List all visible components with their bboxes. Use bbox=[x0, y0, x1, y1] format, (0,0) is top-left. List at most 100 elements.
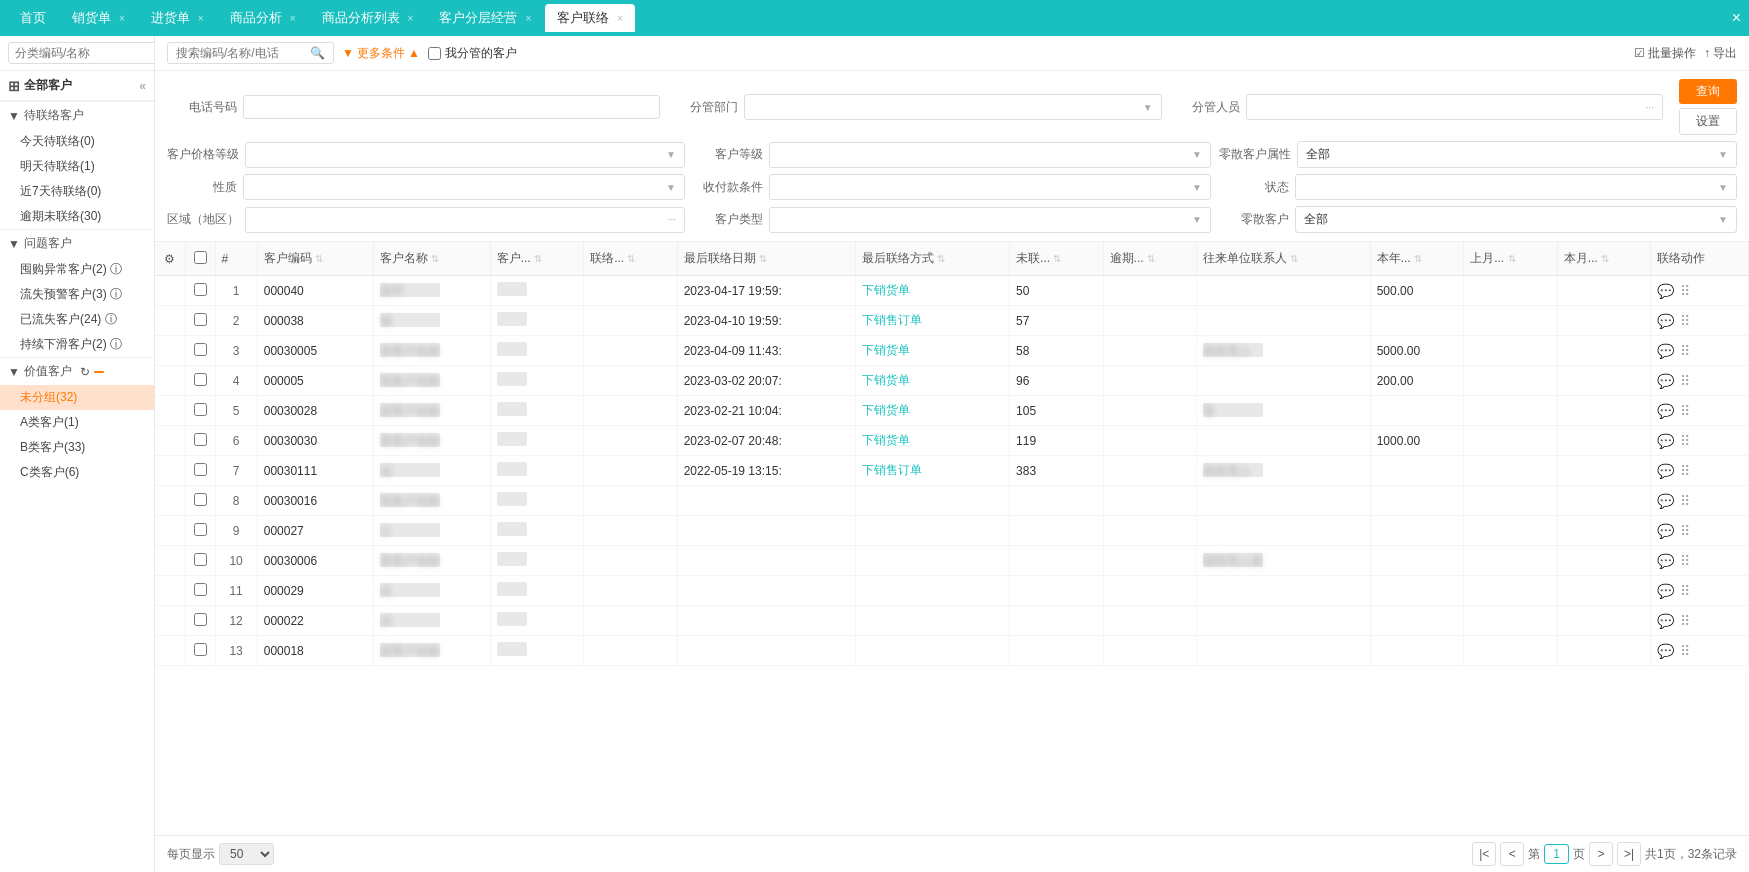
chat-icon-4[interactable]: 💬 bbox=[1657, 403, 1674, 419]
chat-icon-2[interactable]: 💬 bbox=[1657, 343, 1674, 359]
sidebar-item-overdue-pending[interactable]: 逾期未联络(30) bbox=[0, 204, 154, 229]
customer-type-select[interactable]: ▼ bbox=[769, 207, 1211, 233]
th-this-month[interactable]: 本月... ⇅ bbox=[1557, 242, 1651, 276]
row-check-6[interactable] bbox=[194, 463, 207, 476]
close-tab-customer-tier[interactable]: × bbox=[525, 13, 531, 24]
close-tab-purchase-order[interactable]: × bbox=[198, 13, 204, 24]
chat-icon-1[interactable]: 💬 bbox=[1657, 313, 1674, 329]
tab-product-analysis[interactable]: 商品分析 × bbox=[218, 4, 308, 32]
row-check-4[interactable] bbox=[194, 403, 207, 416]
chat-icon-8[interactable]: 💬 bbox=[1657, 523, 1674, 539]
sidebar-group-value[interactable]: ▼ 价值客户 ↻ bbox=[0, 357, 154, 385]
more-icon-12[interactable]: ⠿ bbox=[1680, 643, 1690, 659]
td-check-12[interactable] bbox=[185, 636, 215, 666]
tab-customer-contact[interactable]: 客户联络 × bbox=[545, 4, 635, 32]
th-code[interactable]: 客户编码 ⇅ bbox=[257, 242, 373, 276]
row-check-7[interactable] bbox=[194, 493, 207, 506]
td-check-11[interactable] bbox=[185, 606, 215, 636]
th-overdue[interactable]: 逾期... ⇅ bbox=[1103, 242, 1197, 276]
th-name[interactable]: 客户名称 ⇅ bbox=[373, 242, 490, 276]
row-check-2[interactable] bbox=[194, 343, 207, 356]
close-tab-sales-order[interactable]: × bbox=[119, 13, 125, 24]
chat-icon-12[interactable]: 💬 bbox=[1657, 643, 1674, 659]
td-check-10[interactable] bbox=[185, 576, 215, 606]
tab-customer-tier[interactable]: 客户分层经营 × bbox=[427, 4, 543, 32]
my-customers-checkbox[interactable] bbox=[428, 47, 441, 60]
close-tab-customer-contact[interactable]: × bbox=[617, 13, 623, 24]
sidebar-item-7days-pending[interactable]: 近7天待联络(0) bbox=[0, 179, 154, 204]
prev-page-button[interactable]: < bbox=[1500, 842, 1524, 866]
sidebar-group-pending[interactable]: ▼ 待联络客户 bbox=[0, 101, 154, 129]
manager-select[interactable]: ··· bbox=[1246, 94, 1663, 120]
contact-way-link-4[interactable]: 下销货单 bbox=[862, 403, 910, 417]
contact-way-link-5[interactable]: 下销货单 bbox=[862, 433, 910, 447]
sidebar-item-churn-warning[interactable]: 流失预警客户(3) ⓘ bbox=[0, 282, 154, 307]
sidebar-all-customers[interactable]: ⊞ 全部客户 « bbox=[0, 71, 154, 101]
tab-product-analysis-list[interactable]: 商品分析列表 × bbox=[310, 4, 426, 32]
more-icon-1[interactable]: ⠿ bbox=[1680, 313, 1690, 329]
chat-icon-7[interactable]: 💬 bbox=[1657, 493, 1674, 509]
contact-way-link-6[interactable]: 下销售订单 bbox=[862, 463, 922, 477]
per-page-select[interactable]: 50 100 bbox=[219, 843, 274, 865]
row-check-1[interactable] bbox=[194, 313, 207, 326]
td-check-3[interactable] bbox=[185, 366, 215, 396]
row-check-0[interactable] bbox=[194, 283, 207, 296]
sidebar-item-class-a[interactable]: A类客户(1) bbox=[0, 410, 154, 435]
td-check-2[interactable] bbox=[185, 336, 215, 366]
reset-button[interactable]: 设置 bbox=[1679, 108, 1737, 135]
customer-tier-select[interactable]: ▼ bbox=[769, 142, 1211, 168]
more-icon-0[interactable]: ⠿ bbox=[1680, 283, 1690, 299]
th-last-contact-date[interactable]: 最后联络日期 ⇅ bbox=[677, 242, 855, 276]
row-check-8[interactable] bbox=[194, 523, 207, 536]
more-icon-8[interactable]: ⠿ bbox=[1680, 523, 1690, 539]
sidebar-item-ungrouped[interactable]: 未分组(32) bbox=[0, 385, 154, 410]
th-contact[interactable]: 联络... ⇅ bbox=[584, 242, 678, 276]
last-page-button[interactable]: >| bbox=[1617, 842, 1641, 866]
my-customers-checkbox-area[interactable]: 我分管的客户 bbox=[428, 45, 517, 62]
sidebar-item-abnormal[interactable]: 囤购异常客户(2) ⓘ bbox=[0, 257, 154, 282]
row-check-9[interactable] bbox=[194, 553, 207, 566]
refresh-icon[interactable]: ↻ bbox=[80, 365, 90, 379]
contact-way-link-0[interactable]: 下销货单 bbox=[862, 283, 910, 297]
close-tab-product-analysis-list[interactable]: × bbox=[408, 13, 414, 24]
th-unit-contact[interactable]: 往来单位联系人 ⇅ bbox=[1197, 242, 1371, 276]
check-all[interactable] bbox=[194, 251, 207, 264]
dept-select[interactable]: ▼ bbox=[744, 94, 1161, 120]
tab-purchase-order[interactable]: 进货单 × bbox=[139, 4, 216, 32]
contact-way-link-2[interactable]: 下销货单 bbox=[862, 343, 910, 357]
row-check-10[interactable] bbox=[194, 583, 207, 596]
phone-input[interactable] bbox=[243, 95, 660, 119]
td-check-1[interactable] bbox=[185, 306, 215, 336]
chat-icon-10[interactable]: 💬 bbox=[1657, 583, 1674, 599]
price-tier-select[interactable]: ▼ bbox=[245, 142, 685, 168]
more-icon-4[interactable]: ⠿ bbox=[1680, 403, 1690, 419]
chat-icon-5[interactable]: 💬 bbox=[1657, 433, 1674, 449]
th-last-contact-way[interactable]: 最后联络方式 ⇅ bbox=[855, 242, 1009, 276]
chat-icon-0[interactable]: 💬 bbox=[1657, 283, 1674, 299]
th-settings[interactable]: ⚙ bbox=[155, 242, 185, 276]
th-check[interactable] bbox=[185, 242, 215, 276]
search-button[interactable]: 查询 bbox=[1679, 79, 1737, 104]
tab-home[interactable]: 首页 bbox=[8, 4, 58, 32]
td-check-6[interactable] bbox=[185, 456, 215, 486]
next-page-button[interactable]: > bbox=[1589, 842, 1613, 866]
th-this-year[interactable]: 本年... ⇅ bbox=[1370, 242, 1464, 276]
more-icon-6[interactable]: ⠿ bbox=[1680, 463, 1690, 479]
more-icon-2[interactable]: ⠿ bbox=[1680, 343, 1690, 359]
chat-icon-11[interactable]: 💬 bbox=[1657, 613, 1674, 629]
td-check-8[interactable] bbox=[185, 516, 215, 546]
more-conditions-button[interactable]: ▼ 更多条件 ▲ bbox=[342, 45, 420, 62]
first-page-button[interactable]: |< bbox=[1472, 842, 1496, 866]
td-check-7[interactable] bbox=[185, 486, 215, 516]
th-type[interactable]: 客户... ⇅ bbox=[490, 242, 584, 276]
row-check-5[interactable] bbox=[194, 433, 207, 446]
sidebar-item-class-b[interactable]: B类客户(33) bbox=[0, 435, 154, 460]
more-icon-11[interactable]: ⠿ bbox=[1680, 613, 1690, 629]
sidebar-item-declining[interactable]: 持续下滑客户(2) ⓘ bbox=[0, 332, 154, 357]
export-button[interactable]: ↑ 导出 bbox=[1704, 45, 1737, 62]
nature-select[interactable]: ▼ bbox=[243, 174, 685, 200]
batch-ops-button[interactable]: ☑ 批量操作 bbox=[1634, 45, 1696, 62]
chat-icon-9[interactable]: 💬 bbox=[1657, 553, 1674, 569]
more-icon-10[interactable]: ⠿ bbox=[1680, 583, 1690, 599]
search-input[interactable] bbox=[176, 46, 306, 60]
